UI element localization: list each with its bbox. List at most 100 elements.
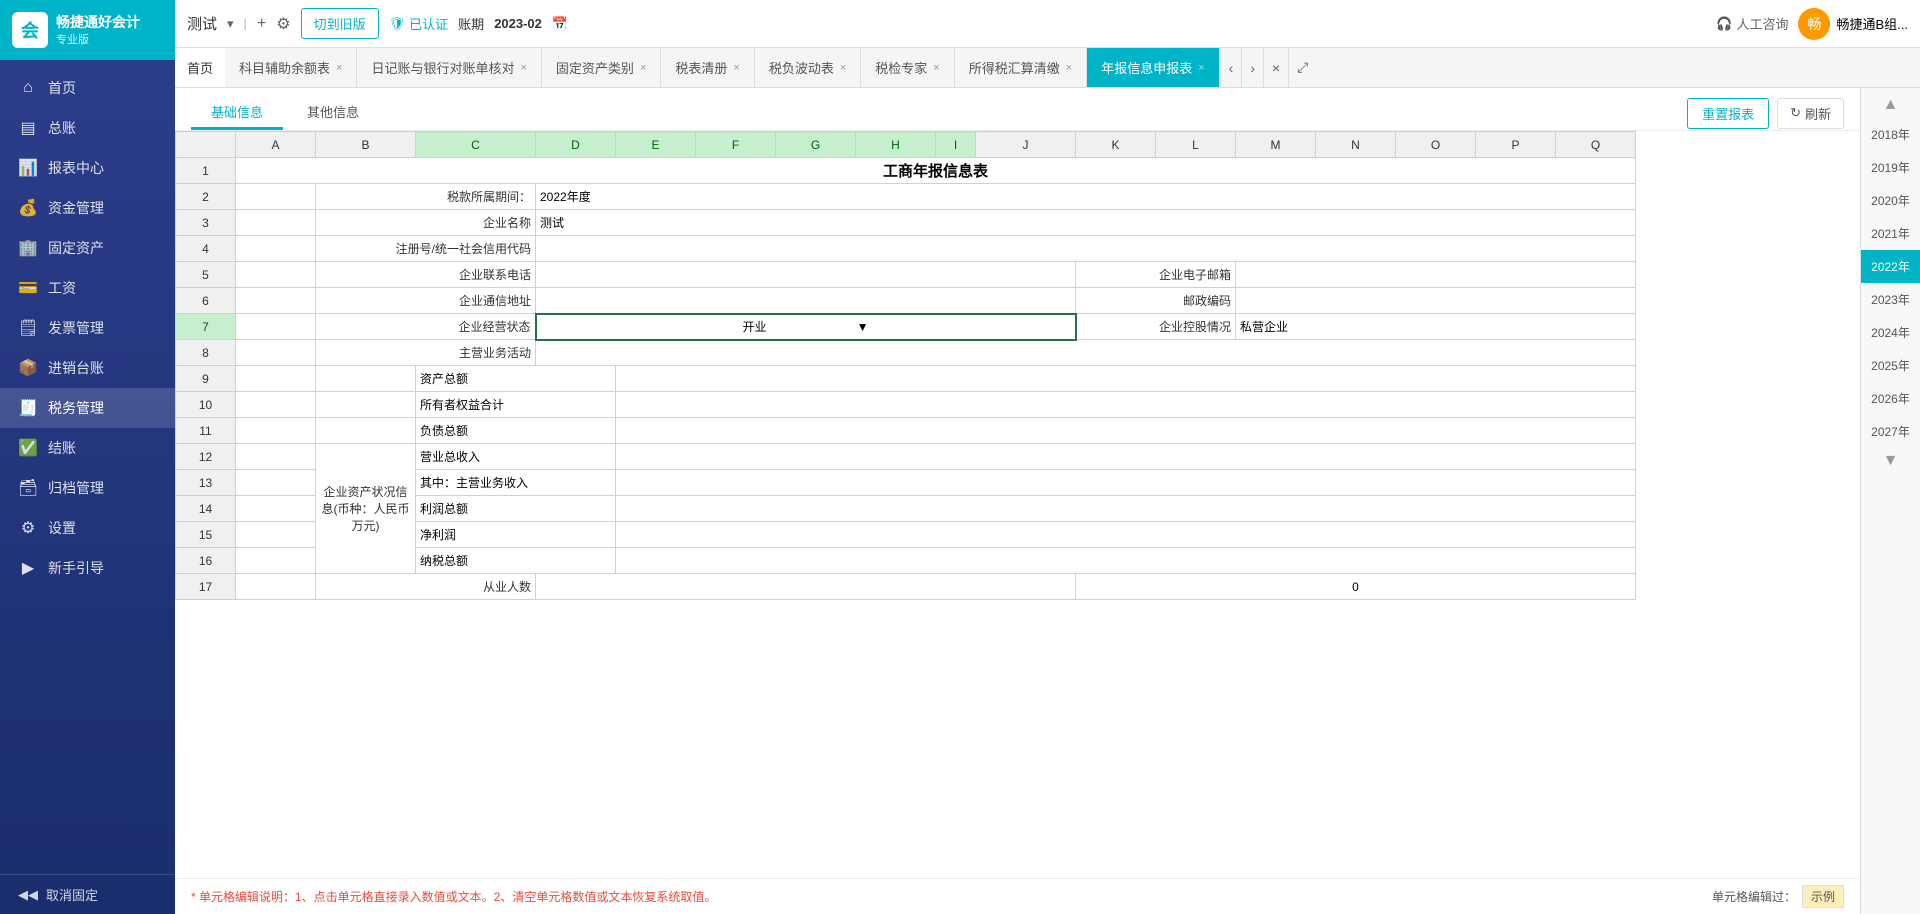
- cell-10-b[interactable]: [316, 392, 416, 418]
- sidebar-item-settings[interactable]: ⚙ 设置: [0, 508, 175, 548]
- tab-fixed-close[interactable]: ×: [640, 62, 646, 74]
- year-item-2023[interactable]: 2023年: [1861, 283, 1920, 316]
- tab-aux-close[interactable]: ×: [336, 62, 342, 74]
- year-item-2027[interactable]: 2027年: [1861, 415, 1920, 448]
- sidebar-pin[interactable]: ◀◀ 取消固定: [0, 874, 175, 914]
- cell-1-title[interactable]: 工商年报信息表: [236, 158, 1636, 184]
- cell-12-a[interactable]: [236, 444, 316, 470]
- cell-9-value[interactable]: [616, 366, 1636, 392]
- cell-5-phone[interactable]: [536, 262, 1076, 288]
- subtab-basic[interactable]: 基础信息: [191, 96, 283, 130]
- tab-journal-close[interactable]: ×: [520, 62, 526, 74]
- sidebar-item-report[interactable]: 📊 报表中心: [0, 148, 175, 188]
- cell-11-value[interactable]: [616, 418, 1636, 444]
- col-header-d[interactable]: D: [536, 132, 616, 158]
- cell-3-value[interactable]: 测试: [536, 210, 1636, 236]
- cell-16-a[interactable]: [236, 548, 316, 574]
- year-item-2021[interactable]: 2021年: [1861, 217, 1920, 250]
- sidebar-item-tax[interactable]: 🧾 税务管理: [0, 388, 175, 428]
- cell-8-a[interactable]: [236, 340, 316, 366]
- tab-incometax-close[interactable]: ×: [1066, 62, 1072, 74]
- cell-11-a[interactable]: [236, 418, 316, 444]
- sidebar-item-invoice[interactable]: 🗒 发票管理: [0, 308, 175, 348]
- cell-15-value[interactable]: [616, 522, 1636, 548]
- cell-16-value[interactable]: [616, 548, 1636, 574]
- col-header-h[interactable]: H: [856, 132, 936, 158]
- cell-17-a[interactable]: [236, 574, 316, 600]
- tab-home[interactable]: 首页: [175, 48, 225, 88]
- refresh-button[interactable]: ↻ 刷新: [1777, 98, 1844, 129]
- year-item-2026[interactable]: 2026年: [1861, 382, 1920, 415]
- sidebar-item-home[interactable]: ⌂ 首页: [0, 68, 175, 108]
- topbar-dropdown-icon[interactable]: ▾: [227, 16, 234, 32]
- year-item-2022[interactable]: 2022年: [1861, 250, 1920, 283]
- cell-13-value[interactable]: [616, 470, 1636, 496]
- cell-6-a[interactable]: [236, 288, 316, 314]
- sidebar-item-settle[interactable]: ✅ 结账: [0, 428, 175, 468]
- cell-17-value[interactable]: [536, 574, 1076, 600]
- sidebar-item-salary[interactable]: 💳 工资: [0, 268, 175, 308]
- tab-expand-button[interactable]: ⤢: [1288, 48, 1316, 88]
- cell-9-b[interactable]: [316, 366, 416, 392]
- year-item-2020[interactable]: 2020年: [1861, 184, 1920, 217]
- sidebar-item-archive[interactable]: 🗃 归档管理: [0, 468, 175, 508]
- sidebar-item-inout[interactable]: 📦 进销台账: [0, 348, 175, 388]
- sidebar-item-guide[interactable]: ▶ 新手引导: [0, 548, 175, 588]
- cell-2-a[interactable]: [236, 184, 316, 210]
- cell-5-a[interactable]: [236, 262, 316, 288]
- tab-annualreport-close[interactable]: ×: [1198, 62, 1204, 74]
- cell-7-a[interactable]: [236, 314, 316, 340]
- cell-13-a[interactable]: [236, 470, 316, 496]
- calendar-icon[interactable]: 📅: [552, 16, 568, 32]
- tab-taxreturn-close[interactable]: ×: [733, 62, 739, 74]
- tab-incometax[interactable]: 所得税汇算清缴 ×: [955, 48, 1087, 88]
- year-panel-down[interactable]: ▼: [1861, 448, 1920, 474]
- cell-14-a[interactable]: [236, 496, 316, 522]
- cell-17-number[interactable]: 0: [1076, 574, 1636, 600]
- subtab-other[interactable]: 其他信息: [287, 96, 379, 130]
- customer-service[interactable]: 🎧 人工咨询: [1716, 14, 1788, 33]
- tab-next-button[interactable]: ›: [1241, 48, 1263, 88]
- cell-10-value[interactable]: [616, 392, 1636, 418]
- sidebar-item-fund[interactable]: 💰 资金管理: [0, 188, 175, 228]
- cell-5-email[interactable]: [1236, 262, 1636, 288]
- col-header-q[interactable]: Q: [1556, 132, 1636, 158]
- col-header-k[interactable]: K: [1076, 132, 1156, 158]
- col-header-a[interactable]: A: [236, 132, 316, 158]
- cell-14-value[interactable]: [616, 496, 1636, 522]
- cell-3-a[interactable]: [236, 210, 316, 236]
- cell-11-b[interactable]: [316, 418, 416, 444]
- cell-6-addr[interactable]: [536, 288, 1076, 314]
- tab-aux[interactable]: 科目辅助余额表 ×: [225, 48, 357, 88]
- tab-prev-button[interactable]: ‹: [1220, 48, 1242, 88]
- year-panel-up[interactable]: ▲: [1861, 92, 1920, 118]
- tab-taxreturn[interactable]: 税表清册 ×: [661, 48, 754, 88]
- col-header-m[interactable]: M: [1236, 132, 1316, 158]
- cell-4-value[interactable]: [536, 236, 1636, 262]
- tab-close-all-button[interactable]: ×: [1263, 48, 1288, 88]
- cell-8-value[interactable]: [536, 340, 1636, 366]
- cell-12-value[interactable]: [616, 444, 1636, 470]
- cell-9-a[interactable]: [236, 366, 316, 392]
- tab-taxexpert-close[interactable]: ×: [933, 62, 939, 74]
- col-header-p[interactable]: P: [1476, 132, 1556, 158]
- col-header-l[interactable]: L: [1156, 132, 1236, 158]
- tab-annualreport[interactable]: 年报信息申报表 ×: [1087, 48, 1219, 88]
- tab-journal[interactable]: 日记账与银行对账单核对 ×: [357, 48, 541, 88]
- old-version-button[interactable]: 切到旧版: [301, 8, 379, 39]
- col-header-c[interactable]: C: [416, 132, 536, 158]
- cell-2-value[interactable]: 2022年度: [536, 184, 1636, 210]
- col-header-i[interactable]: I: [936, 132, 976, 158]
- topbar-settings-icon[interactable]: ⚙: [276, 14, 290, 34]
- cell-4-a[interactable]: [236, 236, 316, 262]
- sidebar-item-ledger[interactable]: ▤ 总账: [0, 108, 175, 148]
- tab-fixed[interactable]: 固定资产类别 ×: [542, 48, 661, 88]
- grid-container[interactable]: A B C D E F G H I J K L M: [175, 131, 1860, 878]
- tab-taxfluct-close[interactable]: ×: [840, 62, 846, 74]
- user-menu[interactable]: 畅 畅捷通B组...: [1798, 8, 1908, 40]
- cell-6-zip[interactable]: [1236, 288, 1636, 314]
- col-header-n[interactable]: N: [1316, 132, 1396, 158]
- tab-taxexpert[interactable]: 税检专家 ×: [861, 48, 954, 88]
- cell-10-a[interactable]: [236, 392, 316, 418]
- col-header-f[interactable]: F: [696, 132, 776, 158]
